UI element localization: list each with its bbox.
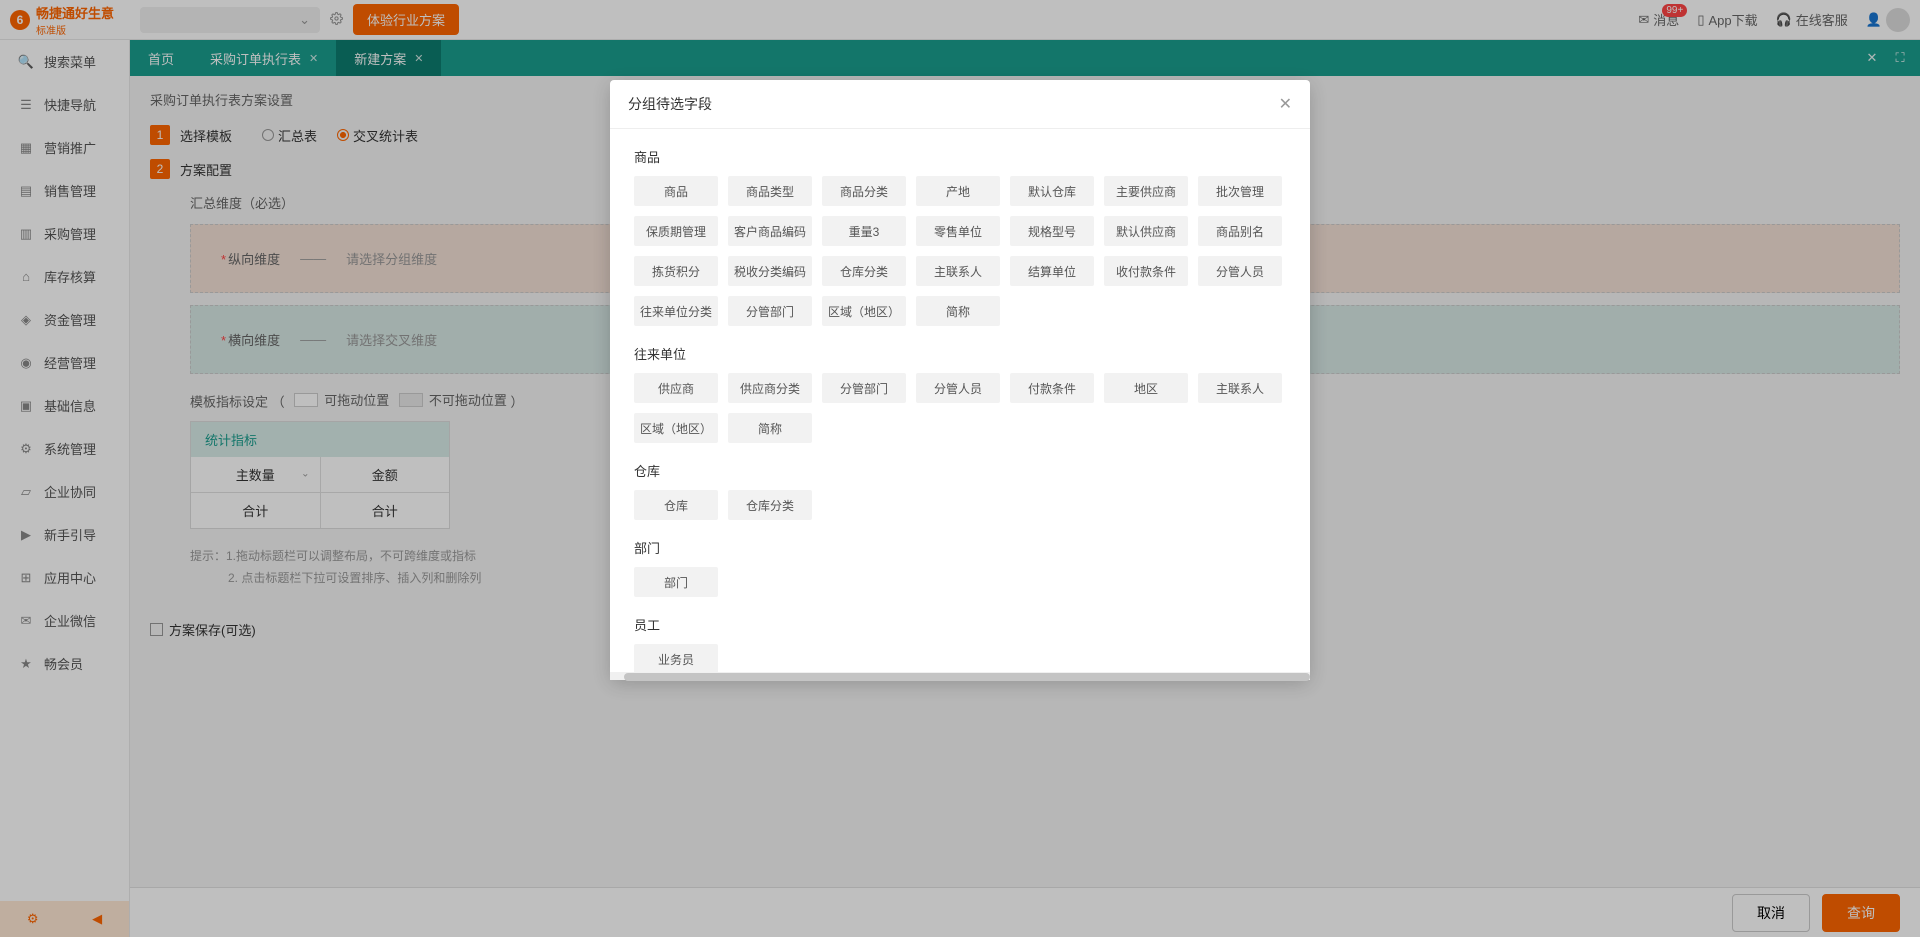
field-chip[interactable]: 简称	[728, 413, 812, 443]
field-group: 部门部门	[634, 538, 1286, 597]
group-title: 仓库	[634, 461, 1286, 480]
modal-body: 商品商品商品类型商品分类产地默认仓库主要供应商批次管理保质期管理客户商品编码重量…	[610, 129, 1310, 672]
modal-overlay[interactable]: 分组待选字段 ✕ 商品商品商品类型商品分类产地默认仓库主要供应商批次管理保质期管…	[0, 0, 1920, 937]
field-chip[interactable]: 主联系人	[1198, 373, 1282, 403]
field-chip[interactable]: 规格型号	[1010, 216, 1094, 246]
field-chip[interactable]: 付款条件	[1010, 373, 1094, 403]
field-group: 商品商品商品类型商品分类产地默认仓库主要供应商批次管理保质期管理客户商品编码重量…	[634, 147, 1286, 326]
field-chip[interactable]: 供应商	[634, 373, 718, 403]
group-title: 商品	[634, 147, 1286, 166]
field-chip[interactable]: 供应商分类	[728, 373, 812, 403]
modal-title: 分组待选字段	[628, 94, 712, 114]
field-chip[interactable]: 分管部门	[728, 296, 812, 326]
field-chip[interactable]: 地区	[1104, 373, 1188, 403]
modal-horizontal-scrollbar[interactable]	[610, 672, 1310, 680]
field-chip[interactable]: 商品别名	[1198, 216, 1282, 246]
field-chip[interactable]: 批次管理	[1198, 176, 1282, 206]
field-chip[interactable]: 产地	[916, 176, 1000, 206]
field-group: 往来单位供应商供应商分类分管部门分管人员付款条件地区主联系人区域（地区） 简称	[634, 344, 1286, 443]
field-chip[interactable]: 区域（地区）	[634, 413, 718, 443]
field-selector-modal: 分组待选字段 ✕ 商品商品商品类型商品分类产地默认仓库主要供应商批次管理保质期管…	[610, 80, 1310, 680]
field-chip[interactable]: 收付款条件	[1104, 256, 1188, 286]
field-chip[interactable]: 区域（地区）	[822, 296, 906, 326]
field-chip[interactable]: 税收分类编码	[728, 256, 812, 286]
modal-header: 分组待选字段 ✕	[610, 80, 1310, 129]
field-chip[interactable]: 结算单位	[1010, 256, 1094, 286]
field-chip[interactable]: 往来单位分类	[634, 296, 718, 326]
field-chip[interactable]: 分管部门	[822, 373, 906, 403]
field-chip[interactable]: 商品	[634, 176, 718, 206]
group-title: 部门	[634, 538, 1286, 557]
group-title: 往来单位	[634, 344, 1286, 363]
field-chip[interactable]: 分管人员	[916, 373, 1000, 403]
field-chip[interactable]: 默认仓库	[1010, 176, 1094, 206]
field-chip[interactable]: 业务员	[634, 644, 718, 672]
field-group: 员工业务员	[634, 615, 1286, 672]
field-chip[interactable]: 仓库分类	[728, 490, 812, 520]
field-chip[interactable]: 主联系人	[916, 256, 1000, 286]
scrollbar-thumb	[624, 673, 1310, 681]
field-chip[interactable]: 商品分类	[822, 176, 906, 206]
field-chip[interactable]: 拣货积分	[634, 256, 718, 286]
close-icon[interactable]: ✕	[1279, 94, 1292, 114]
field-chip[interactable]: 保质期管理	[634, 216, 718, 246]
field-chip[interactable]: 仓库分类	[822, 256, 906, 286]
field-chip[interactable]: 商品类型	[728, 176, 812, 206]
field-chip[interactable]: 客户商品编码	[728, 216, 812, 246]
field-chip[interactable]: 仓库	[634, 490, 718, 520]
field-chip[interactable]: 零售单位	[916, 216, 1000, 246]
field-chip[interactable]: 重量3	[822, 216, 906, 246]
field-chip[interactable]: 部门	[634, 567, 718, 597]
group-title: 员工	[634, 615, 1286, 634]
field-chip[interactable]: 分管人员	[1198, 256, 1282, 286]
field-group: 仓库仓库仓库分类	[634, 461, 1286, 520]
field-chip[interactable]: 简称	[916, 296, 1000, 326]
field-chip[interactable]: 默认供应商	[1104, 216, 1188, 246]
field-chip[interactable]: 主要供应商	[1104, 176, 1188, 206]
